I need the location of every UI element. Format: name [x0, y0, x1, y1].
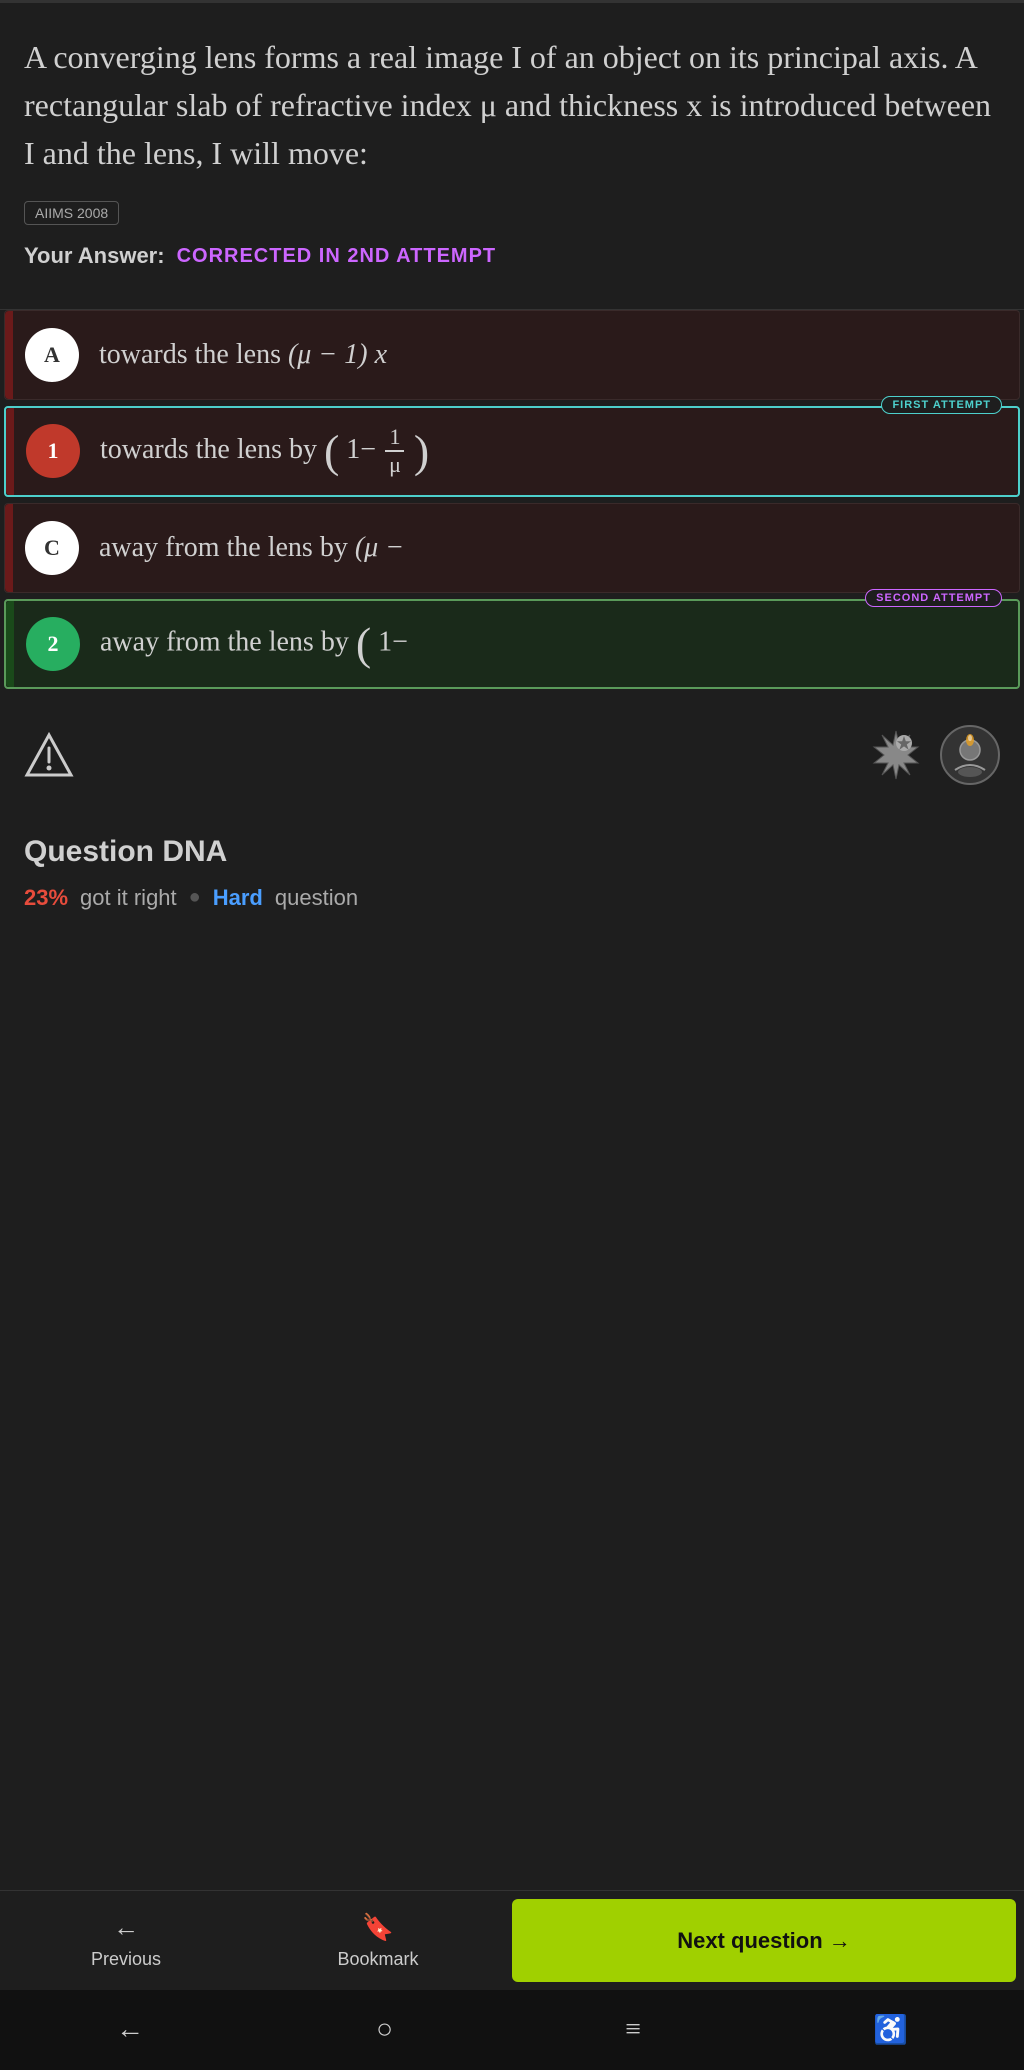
- bottom-navigation: ← Previous 🔖 Bookmark Next question →: [0, 1890, 1024, 1990]
- option-a-bar: [5, 311, 13, 399]
- android-home-button[interactable]: ○: [376, 2014, 393, 2046]
- option-d-bar: [6, 601, 14, 687]
- option-d[interactable]: SECOND ATTEMPT 2 away from the lens by (…: [4, 599, 1020, 689]
- answer-status: CORRECTED IN 2ND ATTEMPT: [177, 245, 497, 268]
- dna-stats-row: 23% got it right ● Hard question: [24, 885, 1000, 911]
- right-icons: [868, 725, 1000, 785]
- option-b-text: towards the lens by ( 1− 1 μ ): [100, 424, 998, 479]
- difficulty-hard: Hard: [213, 885, 263, 911]
- android-back-button[interactable]: ←: [116, 2014, 144, 2046]
- options-list: A towards the lens (μ − 1) x FIRST ATTEM…: [4, 310, 1020, 695]
- source-tag: AIIMS 2008: [24, 201, 1000, 243]
- question-section: A converging lens forms a real image I o…: [0, 3, 1024, 310]
- question-text: A converging lens forms a real image I o…: [24, 33, 1000, 177]
- bookmark-icon: 🔖: [362, 1912, 394, 1943]
- action-icons-row: [0, 705, 1024, 805]
- bookmark-label: Bookmark: [337, 1949, 418, 1970]
- option-b-bar: [6, 408, 14, 495]
- option-d-text: away from the lens by ( 1−: [100, 621, 998, 667]
- option-a-circle: A: [25, 328, 79, 382]
- fraction-1-mu: 1 μ: [385, 424, 405, 479]
- dot-separator: ●: [189, 886, 201, 909]
- android-menu-button[interactable]: ≡: [625, 2014, 641, 2046]
- option-c-bar: [5, 504, 13, 592]
- lamp-button[interactable]: [940, 725, 1000, 785]
- bookmark-button[interactable]: 🔖 Bookmark: [252, 1891, 504, 1990]
- option-a[interactable]: A towards the lens (μ − 1) x: [4, 310, 1020, 400]
- previous-label: Previous: [91, 1949, 161, 1970]
- warning-button[interactable]: [24, 730, 74, 780]
- star-badge-button[interactable]: [868, 727, 924, 783]
- got-it-right: got it right: [80, 885, 177, 911]
- option-d-circle: 2: [26, 617, 80, 671]
- percent-right: 23%: [24, 885, 68, 911]
- question-dna-title: Question DNA: [24, 835, 1000, 869]
- next-question-button[interactable]: Next question →: [512, 1899, 1016, 1982]
- previous-button[interactable]: ← Previous: [0, 1891, 252, 1990]
- option-b[interactable]: FIRST ATTEMPT 1 towards the lens by ( 1−…: [4, 406, 1020, 497]
- android-nav-bar: ← ○ ≡ ♿: [0, 1990, 1024, 2070]
- option-c[interactable]: C away from the lens by (μ −: [4, 503, 1020, 593]
- option-b-circle: 1: [26, 424, 80, 478]
- option-c-circle: C: [25, 521, 79, 575]
- question-dna-section: Question DNA 23% got it right ● Hard que…: [0, 805, 1024, 931]
- android-accessibility-button[interactable]: ♿: [873, 2013, 908, 2047]
- next-question-label: Next question →: [677, 1928, 851, 1954]
- main-container: A converging lens forms a real image I o…: [0, 0, 1024, 2070]
- previous-icon: ←: [113, 1912, 139, 1943]
- your-answer-row: Your Answer: CORRECTED IN 2ND ATTEMPT: [24, 243, 1000, 269]
- second-attempt-badge: SECOND ATTEMPT: [865, 589, 1002, 607]
- option-a-text: towards the lens (μ − 1) x: [99, 339, 999, 371]
- first-attempt-badge: FIRST ATTEMPT: [881, 396, 1002, 414]
- difficulty-label: question: [275, 885, 358, 911]
- your-answer-label: Your Answer:: [24, 243, 165, 269]
- option-c-text: away from the lens by (μ −: [99, 532, 999, 564]
